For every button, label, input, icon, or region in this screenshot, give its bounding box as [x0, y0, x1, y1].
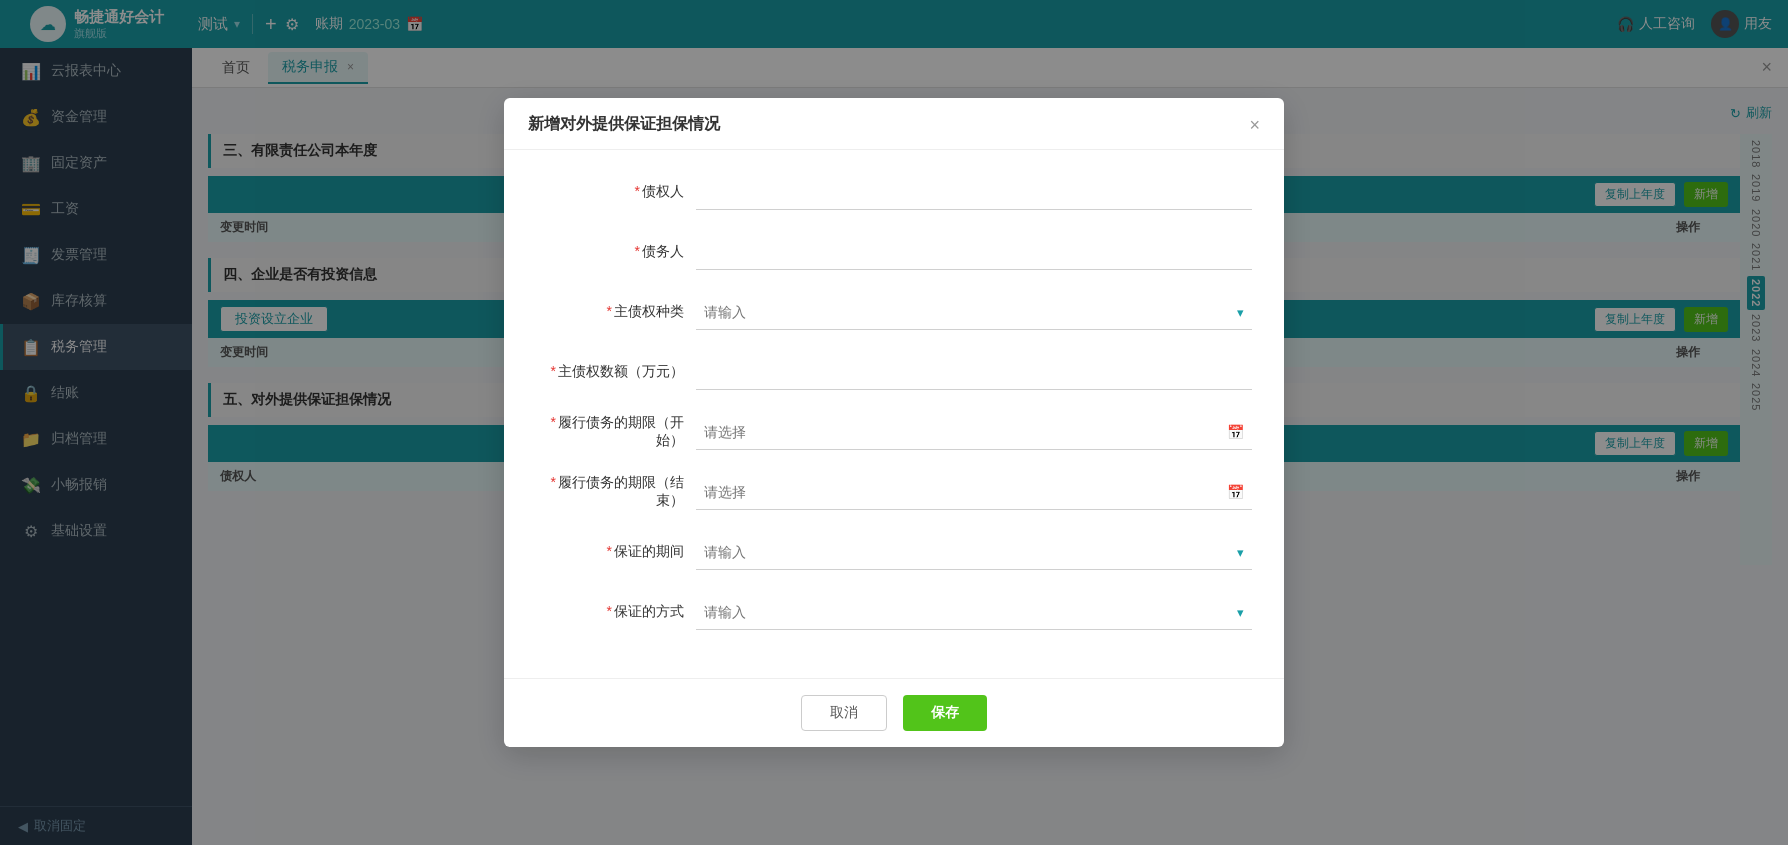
- modal-footer: 取消 保存: [504, 678, 1284, 747]
- creditor-input[interactable]: [696, 174, 1252, 210]
- modal-body: *债权人 *债务人 *主债权种类 ▾: [504, 150, 1284, 678]
- perform-end-input[interactable]: [696, 474, 1252, 510]
- perform-start-input[interactable]: [696, 414, 1252, 450]
- modal-overlay[interactable]: 新增对外提供保证担保情况 × *债权人 *债务人 *主债权种类: [0, 0, 1788, 845]
- form-field-debtor: *债务人: [536, 234, 1252, 270]
- required-mark-guarantee-period: *: [607, 543, 612, 559]
- form-field-debt-amount: *主债权数额（万元）: [536, 354, 1252, 390]
- perform-end-wrapper: 📅: [696, 474, 1252, 510]
- form-field-debt-type: *主债权种类 ▾: [536, 294, 1252, 330]
- perform-start-label: *履行债务的期限（开始）: [536, 414, 696, 450]
- required-mark-debt-amount: *: [551, 363, 556, 379]
- debt-type-wrapper: ▾: [696, 294, 1252, 330]
- form-field-guarantee-method: *保证的方式 ▾: [536, 594, 1252, 630]
- required-mark-debt-type: *: [607, 303, 612, 319]
- debt-type-label: *主债权种类: [536, 303, 696, 321]
- form-field-perform-start: *履行债务的期限（开始） 📅: [536, 414, 1252, 450]
- guarantee-method-label: *保证的方式: [536, 603, 696, 621]
- cancel-button[interactable]: 取消: [801, 695, 887, 731]
- modal-title: 新增对外提供保证担保情况: [528, 114, 720, 135]
- perform-start-wrapper: 📅: [696, 414, 1252, 450]
- guarantee-period-wrapper: ▾: [696, 534, 1252, 570]
- debt-amount-input[interactable]: [696, 354, 1252, 390]
- guarantee-period-label: *保证的期间: [536, 543, 696, 561]
- required-mark-perform-start: *: [551, 414, 556, 430]
- form-field-creditor: *债权人: [536, 174, 1252, 210]
- debtor-input[interactable]: [696, 234, 1252, 270]
- creditor-label: *债权人: [536, 183, 696, 201]
- required-mark-guarantee-method: *: [607, 603, 612, 619]
- guarantee-method-wrapper: ▾: [696, 594, 1252, 630]
- perform-end-label: *履行债务的期限（结束）: [536, 474, 696, 510]
- guarantee-period-input[interactable]: [696, 534, 1252, 570]
- required-mark-creditor: *: [635, 183, 640, 199]
- modal-close-button[interactable]: ×: [1249, 116, 1260, 134]
- save-button[interactable]: 保存: [903, 695, 987, 731]
- modal: 新增对外提供保证担保情况 × *债权人 *债务人 *主债权种类: [504, 98, 1284, 747]
- debt-type-input[interactable]: [696, 294, 1252, 330]
- form-field-perform-end: *履行债务的期限（结束） 📅: [536, 474, 1252, 510]
- debtor-label: *债务人: [536, 243, 696, 261]
- required-mark-debtor: *: [635, 243, 640, 259]
- guarantee-method-input[interactable]: [696, 594, 1252, 630]
- required-mark-perform-end: *: [551, 474, 556, 490]
- modal-header: 新增对外提供保证担保情况 ×: [504, 98, 1284, 150]
- debt-amount-label: *主债权数额（万元）: [536, 363, 696, 381]
- form-field-guarantee-period: *保证的期间 ▾: [536, 534, 1252, 570]
